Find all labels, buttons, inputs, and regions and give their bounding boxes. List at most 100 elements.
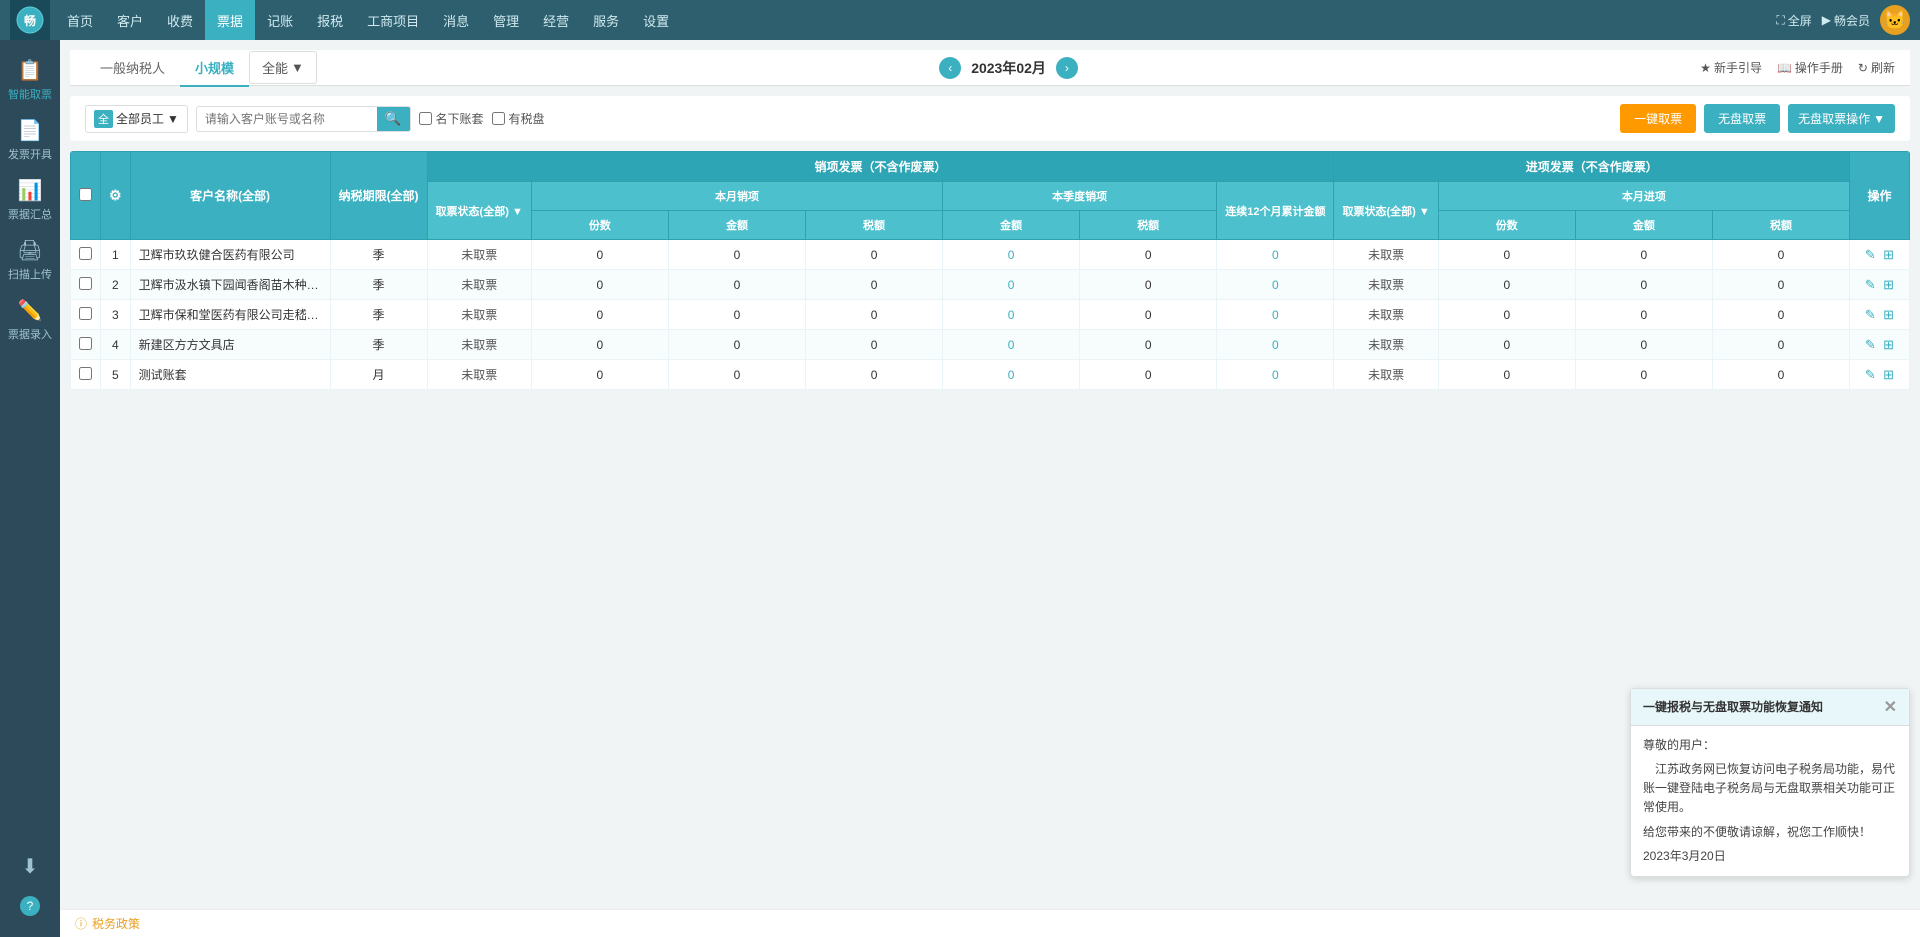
tab-general[interactable]: 一般纳税人	[85, 50, 180, 87]
row-sales-month-count: 0	[531, 300, 668, 330]
tax-policy-label[interactable]: 税务政策	[92, 915, 140, 932]
row-tax-period: 季	[330, 240, 427, 270]
row-fetch-status-purchase: 未取票	[1334, 270, 1438, 300]
header-tax-period: 纳税期限(全部)	[330, 152, 427, 240]
row-customer-name: 新建区方方文具店	[130, 330, 330, 360]
edit-icon[interactable]: ✎	[1865, 337, 1876, 352]
one-click-fetch-btn[interactable]: 一键取票	[1620, 104, 1696, 133]
summary-icon: 📊	[18, 178, 43, 203]
issue-icon: 📄	[18, 118, 43, 143]
header-consecutive-12m: 连续12个月累计金额	[1217, 182, 1334, 240]
edit-icon[interactable]: ✎	[1865, 307, 1876, 322]
footer-bar: ⓘ 税务政策	[60, 909, 1920, 937]
nav-tax[interactable]: 报税	[305, 0, 355, 40]
row-num: 2	[101, 270, 131, 300]
nav-manage[interactable]: 管理	[481, 0, 531, 40]
header-current-month-purchase: 本月进项	[1438, 182, 1849, 211]
date-next-btn[interactable]: ›	[1056, 57, 1078, 79]
sidebar-download[interactable]: ⬇	[14, 848, 46, 885]
row-checkbox[interactable]	[71, 330, 101, 360]
nav-invoice[interactable]: 票据	[205, 0, 255, 40]
sidebar-item-summary-label: 票据汇总	[8, 206, 52, 222]
nav-message[interactable]: 消息	[431, 0, 481, 40]
fullscreen-btn[interactable]: ⛶ 全屏	[1776, 12, 1811, 29]
row-customer-name: 卫辉市汲水镇下园闻香阁苗木种植家庭农场	[130, 270, 330, 300]
nav-business[interactable]: 工商项目	[355, 0, 431, 40]
edit-icon[interactable]: ✎	[1865, 367, 1876, 382]
header-purchase-month-amount: 金额	[1575, 211, 1712, 240]
header-current-quarter-sales: 本季度销项	[943, 182, 1217, 211]
no-disk-fetch-btn[interactable]: 无盘取票	[1704, 104, 1780, 133]
row-checkbox[interactable]	[71, 360, 101, 390]
refresh-btn[interactable]: ↻ 刷新	[1858, 59, 1895, 76]
row-checkbox[interactable]	[71, 270, 101, 300]
row-sales-month-tax: 0	[806, 300, 943, 330]
search-button[interactable]: 🔍	[377, 107, 410, 131]
notification-close-btn[interactable]: ✕	[1884, 697, 1897, 717]
row-purchase-month-amount: 0	[1575, 270, 1712, 300]
row-consecutive-amount: 0	[1217, 270, 1334, 300]
nav-income[interactable]: 收费	[155, 0, 205, 40]
employee-filter-tag: 全	[94, 110, 113, 128]
more-icon[interactable]: ⊞	[1883, 247, 1894, 262]
sidebar-item-issue[interactable]: 📄 发票开具	[0, 110, 60, 170]
header-checkbox-col	[71, 152, 101, 240]
more-icon[interactable]: ⊞	[1883, 337, 1894, 352]
sidebar-item-entry[interactable]: ✏️ 票据录入	[0, 290, 60, 350]
row-purchase-month-count: 0	[1438, 270, 1575, 300]
nav-operation[interactable]: 经营	[531, 0, 581, 40]
more-icon[interactable]: ⊞	[1883, 307, 1894, 322]
account-filter-checkbox[interactable]: 名下账套	[419, 110, 484, 127]
nav-customer[interactable]: 客户	[105, 0, 155, 40]
more-icon[interactable]: ⊞	[1883, 277, 1894, 292]
tab-all[interactable]: 全能 ▼	[249, 51, 317, 84]
tax-disk-filter-checkbox[interactable]: 有税盘	[492, 110, 545, 127]
edit-icon[interactable]: ✎	[1865, 277, 1876, 292]
more-icon[interactable]: ⊞	[1883, 367, 1894, 382]
row-purchase-month-count: 0	[1438, 330, 1575, 360]
current-date: 2023年02月	[971, 58, 1046, 78]
nav-bookkeeping[interactable]: 记账	[255, 0, 305, 40]
row-fetch-status-sales: 未取票	[427, 300, 531, 330]
sidebar-item-smart-fetch-label: 智能取票	[8, 86, 52, 102]
select-all-checkbox[interactable]	[79, 188, 92, 201]
table-row: 2 卫辉市汲水镇下园闻香阁苗木种植家庭农场 季 未取票 0 0 0 0 0 0 …	[71, 270, 1910, 300]
notification-header: 一键报税与无盘取票功能恢复通知 ✕	[1631, 689, 1909, 726]
header-sales-month-count: 份数	[531, 211, 668, 240]
sidebar-item-summary[interactable]: 📊 票据汇总	[0, 170, 60, 230]
nav-settings[interactable]: 设置	[631, 0, 681, 40]
row-consecutive-amount: 0	[1217, 330, 1334, 360]
row-fetch-status-sales: 未取票	[427, 360, 531, 390]
search-input[interactable]	[197, 108, 377, 130]
sidebar-bottom: ⬇ ?	[14, 848, 46, 937]
table-settings-icon[interactable]: ⚙	[109, 187, 122, 203]
new-guide-btn[interactable]: ★ 新手引导	[1700, 59, 1762, 76]
sidebar-help[interactable]: ?	[14, 890, 46, 922]
tab-all-chevron: ▼	[291, 60, 304, 75]
date-prev-btn[interactable]: ‹	[939, 57, 961, 79]
nav-home[interactable]: 首页	[55, 0, 105, 40]
nav-service[interactable]: 服务	[581, 0, 631, 40]
tax-disk-checkbox-input[interactable]	[492, 112, 505, 125]
edit-icon[interactable]: ✎	[1865, 247, 1876, 262]
sidebar-item-scan[interactable]: 🖨 扫描上传	[0, 230, 60, 290]
sidebar-item-smart-fetch[interactable]: 📋 智能取票	[0, 50, 60, 110]
row-num: 4	[101, 330, 131, 360]
user-avatar[interactable]: 🐱	[1880, 5, 1910, 35]
manual-btn[interactable]: 📖 操作手册	[1777, 59, 1843, 76]
header-sales-quarter-amount: 金额	[943, 211, 1080, 240]
row-sales-quarter-tax: 0	[1080, 330, 1217, 360]
employee-filter-btn[interactable]: 全 全部员工 ▼	[85, 105, 188, 133]
row-checkbox[interactable]	[71, 300, 101, 330]
tab-small[interactable]: 小规模	[180, 50, 249, 87]
member-btn[interactable]: ▶ 畅会员	[1822, 12, 1870, 29]
employee-filter-label: 全部员工	[116, 110, 164, 127]
notification-title: 一键报税与无盘取票功能恢复通知	[1643, 698, 1823, 715]
tab-all-label: 全能	[262, 58, 288, 77]
row-sales-quarter-amount: 0	[943, 300, 1080, 330]
app-logo[interactable]: 畅	[10, 0, 50, 40]
account-checkbox-input[interactable]	[419, 112, 432, 125]
row-sales-month-amount: 0	[668, 240, 805, 270]
no-disk-ops-btn[interactable]: 无盘取票操作 ▼	[1788, 104, 1895, 133]
row-checkbox[interactable]	[71, 240, 101, 270]
